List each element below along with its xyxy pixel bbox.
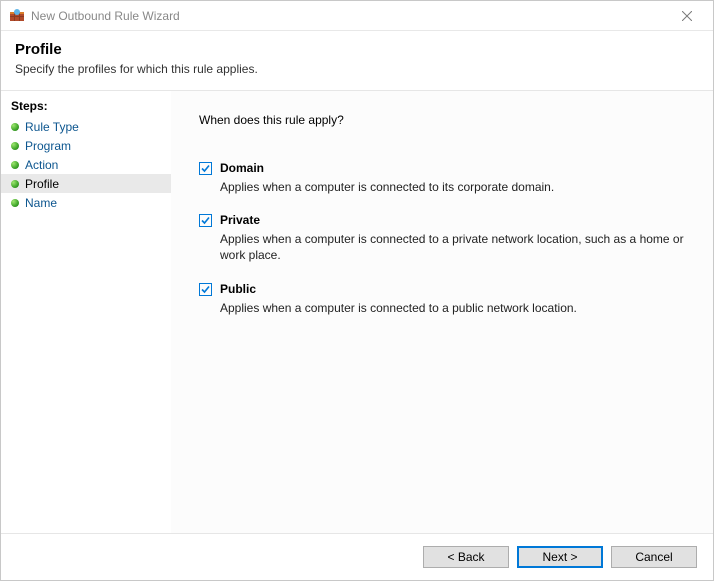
steps-sidebar: Steps: Rule Type Program Action Profile Name xyxy=(1,91,171,533)
option-description: Applies when a computer is connected to … xyxy=(220,179,685,195)
step-label: Name xyxy=(25,196,57,210)
step-action[interactable]: Action xyxy=(1,155,171,174)
step-rule-type[interactable]: Rule Type xyxy=(1,117,171,136)
back-button[interactable]: < Back xyxy=(423,546,509,568)
firewall-icon xyxy=(9,8,25,24)
check-icon xyxy=(200,163,211,174)
step-name[interactable]: Name xyxy=(1,193,171,212)
step-program[interactable]: Program xyxy=(1,136,171,155)
step-label: Program xyxy=(25,139,71,153)
profile-option-domain: Domain xyxy=(199,161,685,175)
window-title: New Outbound Rule Wizard xyxy=(31,9,665,23)
page-subtitle: Specify the profiles for which this rule… xyxy=(15,62,699,76)
checkbox-private[interactable] xyxy=(199,214,212,227)
step-label: Profile xyxy=(25,177,59,191)
option-label[interactable]: Domain xyxy=(220,161,264,175)
step-profile: Profile xyxy=(1,174,171,193)
steps-heading: Steps: xyxy=(1,95,171,117)
wizard-header: Profile Specify the profiles for which t… xyxy=(1,31,713,90)
titlebar: New Outbound Rule Wizard xyxy=(1,1,713,31)
close-icon xyxy=(682,11,692,21)
option-label[interactable]: Private xyxy=(220,213,260,227)
step-label: Action xyxy=(25,158,58,172)
check-icon xyxy=(200,215,211,226)
checkbox-public[interactable] xyxy=(199,283,212,296)
close-button[interactable] xyxy=(665,1,709,30)
option-description: Applies when a computer is connected to … xyxy=(220,231,685,263)
check-icon xyxy=(200,284,211,295)
wizard-body: Steps: Rule Type Program Action Profile Name… xyxy=(1,90,713,534)
option-label[interactable]: Public xyxy=(220,282,256,296)
step-bullet-icon xyxy=(11,142,19,150)
wizard-window: New Outbound Rule Wizard Profile Specify… xyxy=(0,0,714,581)
option-description: Applies when a computer is connected to … xyxy=(220,300,685,316)
checkbox-domain[interactable] xyxy=(199,162,212,175)
next-button[interactable]: Next > xyxy=(517,546,603,568)
step-bullet-icon xyxy=(11,180,19,188)
step-bullet-icon xyxy=(11,123,19,131)
cancel-button[interactable]: Cancel xyxy=(611,546,697,568)
page-title: Profile xyxy=(15,41,699,58)
step-label: Rule Type xyxy=(25,120,79,134)
profile-option-public: Public xyxy=(199,282,685,296)
profile-option-private: Private xyxy=(199,213,685,227)
question-text: When does this rule apply? xyxy=(199,113,685,127)
wizard-footer: < Back Next > Cancel xyxy=(1,534,713,580)
step-bullet-icon xyxy=(11,161,19,169)
content-panel: When does this rule apply? Domain Applies… xyxy=(171,91,713,533)
step-bullet-icon xyxy=(11,199,19,207)
